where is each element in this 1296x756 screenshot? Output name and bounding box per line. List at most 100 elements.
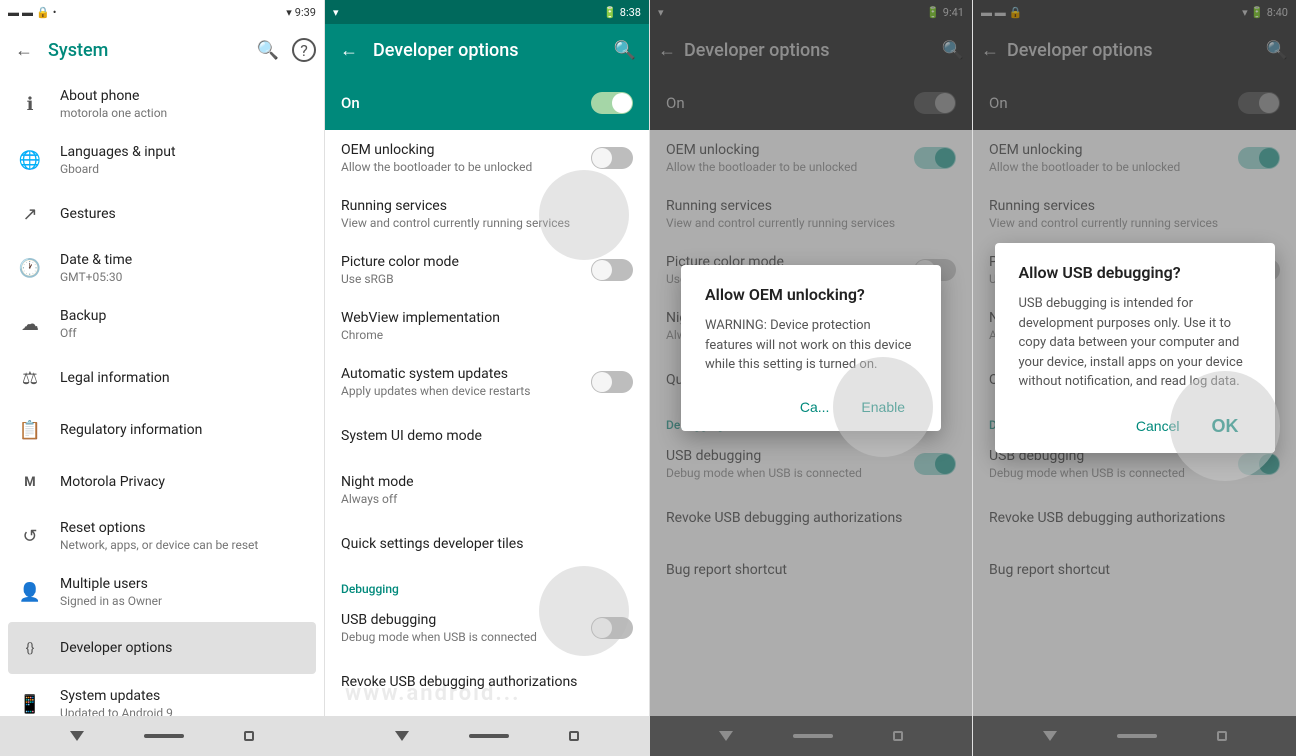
regulatory-title: Regulatory information: [60, 422, 308, 438]
oem-title-p2: OEM unlocking: [341, 142, 591, 158]
usb-dialog: Allow USB debugging? USB debugging is in…: [995, 243, 1275, 453]
night-subtitle-p2: Always off: [341, 492, 633, 506]
setting-developer[interactable]: {} Developer options: [8, 622, 316, 674]
setting-users-text: Multiple users Signed in as Owner: [60, 576, 308, 608]
setting-datetime[interactable]: 🕐 Date & time GMT+05:30: [0, 240, 324, 296]
oem-subtitle-p2: Allow the bootloader to be unlocked: [341, 160, 591, 174]
back-nav-p1[interactable]: [70, 731, 84, 741]
reset-title: Reset options: [60, 520, 308, 536]
backup-subtitle: Off: [60, 326, 308, 340]
datetime-subtitle: GMT+05:30: [60, 270, 308, 284]
setting-gestures[interactable]: ↗ Gestures: [0, 188, 324, 240]
back-nav-p2[interactable]: [395, 731, 409, 741]
picture-color-p2[interactable]: Picture color mode Use sRGB: [325, 242, 649, 298]
oem-enable-button[interactable]: Enable: [849, 391, 917, 423]
battery-icon-p2: 🔋: [603, 6, 617, 19]
auto-updates-p2[interactable]: Automatic system updates Apply updates w…: [325, 354, 649, 410]
backup-icon: ☁: [16, 310, 44, 338]
setting-about-phone[interactable]: ℹ About phone motorola one action: [0, 76, 324, 132]
file-icon1: ▬: [8, 6, 19, 19]
oem-toggle-p2[interactable]: [591, 147, 633, 169]
usb-debug-p2[interactable]: USB debugging Debug mode when USB is con…: [325, 600, 649, 656]
page-title-p2: Developer options: [373, 40, 609, 61]
webview-title-p2: WebView implementation: [341, 310, 633, 326]
gestures-title: Gestures: [60, 206, 308, 222]
usb-ok-button[interactable]: OK: [1200, 408, 1251, 445]
users-icon: 👤: [16, 578, 44, 606]
lock-icon: 🔒: [36, 6, 50, 19]
wifi-icon-p1: ▾: [286, 6, 292, 19]
bug-report-p2[interactable]: Bug report shortcut: [325, 708, 649, 716]
setting-reset[interactable]: ↺ Reset options Network, apps, or device…: [0, 508, 324, 564]
status-bar-p1: ▬ ▬ 🔒 • ▾ 9:39: [0, 0, 324, 24]
about-title: About phone: [60, 88, 308, 104]
usb-cancel-button[interactable]: Cancel: [1124, 408, 1192, 445]
oem-dialog-actions: Ca... Enable: [705, 391, 917, 423]
toolbar-icons-p1: 🔍 ?: [252, 34, 316, 66]
revoke-text-p2: Revoke USB debugging authorizations: [341, 674, 633, 690]
oem-cancel-button[interactable]: Ca...: [788, 391, 842, 423]
running-services-p2[interactable]: Running services View and control curren…: [325, 186, 649, 242]
developer-icon: {}: [16, 634, 44, 662]
oem-text-p2: OEM unlocking Allow the bootloader to be…: [341, 142, 591, 174]
quick-tiles-p2[interactable]: Quick settings developer tiles: [325, 518, 649, 570]
oem-unlocking-p2[interactable]: OEM unlocking Allow the bootloader to be…: [325, 130, 649, 186]
usb-dialog-title: Allow USB debugging?: [1019, 263, 1251, 282]
search-button-p2[interactable]: 🔍: [609, 34, 641, 66]
usb-toggle-p2[interactable]: [591, 617, 633, 639]
quick-text-p2: Quick settings developer tiles: [341, 536, 633, 552]
picture-toggle-p2[interactable]: [591, 259, 633, 281]
help-button-p1[interactable]: ?: [292, 38, 316, 62]
search-button-p1[interactable]: 🔍: [252, 34, 284, 66]
webview-text-p2: WebView implementation Chrome: [341, 310, 633, 342]
updates-subtitle: Updated to Android 9: [60, 706, 308, 716]
setting-regulatory[interactable]: 📋 Regulatory information: [0, 404, 324, 456]
revoke-usb-p2[interactable]: Revoke USB debugging authorizations: [325, 656, 649, 708]
home-nav-p2[interactable]: [469, 734, 509, 738]
usb-dialog-body: USB debugging is intended for developmen…: [1019, 294, 1251, 392]
night-text-p2: Night mode Always off: [341, 474, 633, 506]
webview-p2[interactable]: WebView implementation Chrome: [325, 298, 649, 354]
back-button-p2[interactable]: ←: [333, 34, 365, 66]
picture-text-p2: Picture color mode Use sRGB: [341, 254, 591, 286]
home-nav-p1[interactable]: [144, 734, 184, 738]
gesture-icon: ↗: [16, 200, 44, 228]
status-icons-left: ▬ ▬ 🔒 •: [8, 6, 56, 19]
status-right-p1: ▾ 9:39: [286, 6, 316, 19]
users-subtitle: Signed in as Owner: [60, 594, 308, 608]
bottom-nav-p1: [0, 716, 324, 756]
quick-title-p2: Quick settings developer tiles: [341, 536, 633, 552]
dev-toggle-switch[interactable]: [591, 92, 633, 114]
picture-subtitle-p2: Use sRGB: [341, 272, 591, 286]
auto-toggle-p2[interactable]: [591, 371, 633, 393]
toolbar-p1: ← System 🔍 ?: [0, 24, 324, 76]
setting-languages[interactable]: 🌐 Languages & input Gboard: [0, 132, 324, 188]
languages-subtitle: Gboard: [60, 162, 308, 176]
recents-nav-p1[interactable]: [244, 731, 254, 741]
night-mode-p2[interactable]: Night mode Always off: [325, 462, 649, 518]
oem-dialog: Allow OEM unlocking? WARNING: Device pro…: [681, 265, 941, 431]
setting-backup[interactable]: ☁ Backup Off: [0, 296, 324, 352]
running-subtitle-p2: View and control currently running servi…: [341, 216, 633, 230]
setting-motorola-privacy[interactable]: M Motorola Privacy: [0, 456, 324, 508]
setting-regulatory-text: Regulatory information: [60, 422, 308, 438]
setting-legal[interactable]: ⚖ Legal information: [0, 352, 324, 404]
legal-title: Legal information: [60, 370, 308, 386]
auto-text-p2: Automatic system updates Apply updates w…: [341, 366, 591, 398]
recents-nav-p2[interactable]: [569, 731, 579, 741]
setting-system-updates[interactable]: 📱 System updates Updated to Android 9: [0, 676, 324, 716]
system-ui-p2[interactable]: System UI demo mode: [325, 410, 649, 462]
bottom-nav-p2: [325, 716, 649, 756]
oem-dialog-overlay: Allow OEM unlocking? WARNING: Device pro…: [650, 0, 972, 756]
setting-users[interactable]: 👤 Multiple users Signed in as Owner: [0, 564, 324, 620]
dev-options-list-p2: OEM unlocking Allow the bootloader to be…: [325, 130, 649, 716]
dev-toggle-header[interactable]: On: [325, 76, 649, 130]
system-ui-text-p2: System UI demo mode: [341, 428, 633, 444]
setting-legal-text: Legal information: [60, 370, 308, 386]
dev-toggle-label: On: [341, 94, 360, 112]
info-icon: ℹ: [16, 90, 44, 118]
setting-updates-text: System updates Updated to Android 9: [60, 688, 308, 716]
auto-title-p2: Automatic system updates: [341, 366, 591, 382]
back-button-p1[interactable]: ←: [8, 34, 40, 66]
updates-icon: 📱: [16, 690, 44, 716]
